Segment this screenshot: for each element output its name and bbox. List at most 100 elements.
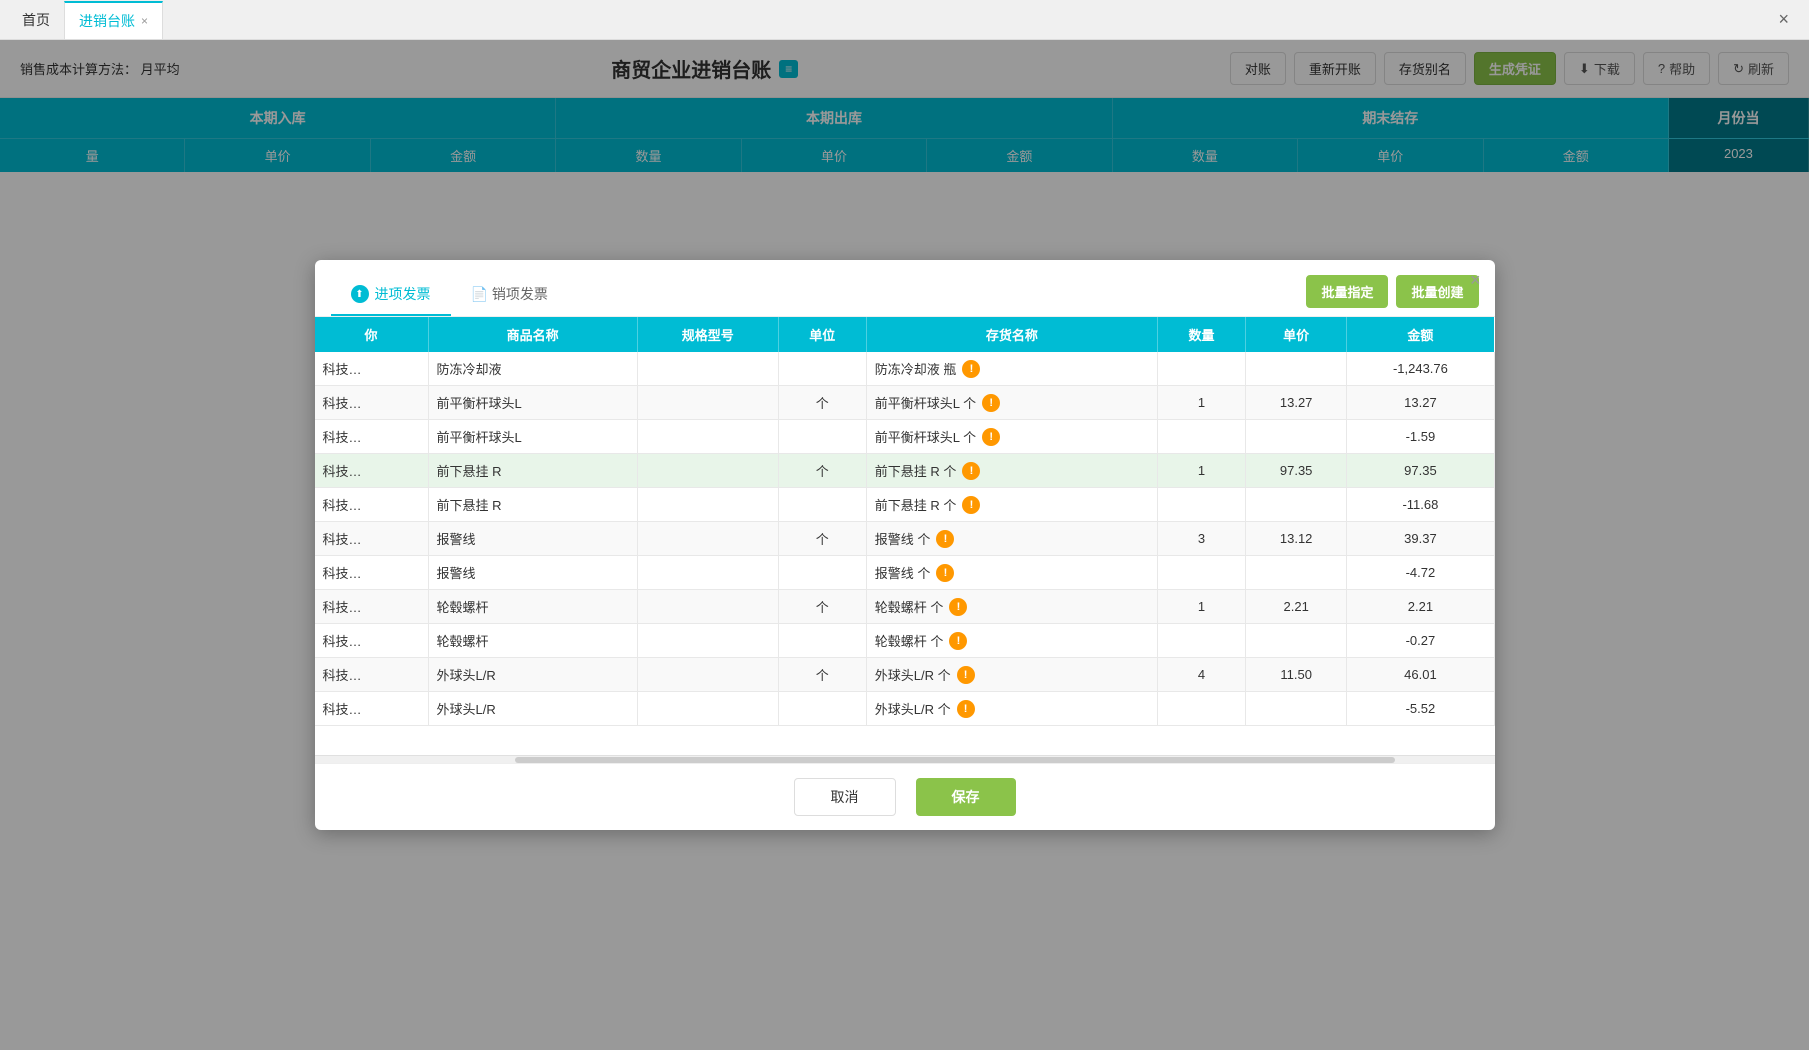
cell-stock: 外球头L/R 个 ! (866, 658, 1157, 692)
cell-unit-price (1245, 556, 1346, 590)
cell-company: 科技… (315, 624, 429, 658)
cell-quantity: 3 (1158, 522, 1246, 556)
cell-product: 前平衡杆球头L (428, 386, 637, 420)
table-row: 科技… 前下悬挂 R 个 前下悬挂 R 个 ! 1 97.35 97.35 (315, 454, 1495, 488)
tab-input-invoice[interactable]: ⬆ 进项发票 (331, 274, 451, 316)
warning-icon: ! (957, 700, 975, 718)
cell-quantity (1158, 420, 1246, 454)
cell-amount: 2.21 (1347, 590, 1494, 624)
cell-stock: 前下悬挂 R 个 ! (866, 454, 1157, 488)
cell-amount: 46.01 (1347, 658, 1494, 692)
save-button[interactable]: 保存 (916, 778, 1016, 816)
cell-stock: 轮毂螺杆 个 ! (866, 624, 1157, 658)
cell-stock: 报警线 个 ! (866, 556, 1157, 590)
main-area: 销售成本计算方法： 月平均 商贸企业进销台账 ≡ 对账 重新开账 存货别名 生成… (0, 40, 1809, 1050)
cell-spec (637, 658, 778, 692)
cell-spec (637, 454, 778, 488)
cell-unit: 个 (778, 386, 866, 420)
cell-stock: 外球头L/R 个 ! (866, 692, 1157, 726)
stock-name-text: 防冻冷却液 瓶 (875, 359, 957, 378)
batch-create-button[interactable]: 批量创建 (1396, 275, 1478, 308)
table-row: 科技… 轮毂螺杆 轮毂螺杆 个 ! -0.27 (315, 624, 1495, 658)
cell-unit (778, 488, 866, 522)
cell-product: 轮毂螺杆 (428, 590, 637, 624)
cell-product: 前下悬挂 R (428, 454, 637, 488)
cell-unit-price (1245, 692, 1346, 726)
cell-spec (637, 420, 778, 454)
cell-stock: 前平衡杆球头L 个 ! (866, 386, 1157, 420)
cell-unit: 个 (778, 522, 866, 556)
tab-ledger[interactable]: 进销台账 × (64, 1, 163, 39)
cell-amount: -1.59 (1347, 420, 1494, 454)
table-row: 科技… 前平衡杆球头L 前平衡杆球头L 个 ! -1.59 (315, 420, 1495, 454)
cell-stock: 报警线 个 ! (866, 522, 1157, 556)
cell-spec (637, 624, 778, 658)
cell-company: 科技… (315, 386, 429, 420)
dialog: ⬆ 进项发票 📄 销项发票 批量指定 批量创建 × 你 (315, 260, 1495, 830)
cell-unit (778, 420, 866, 454)
cell-company: 科技… (315, 522, 429, 556)
tab-output-invoice[interactable]: 📄 销项发票 (451, 274, 568, 316)
window-close-button[interactable]: × (1766, 9, 1801, 30)
cell-spec (637, 386, 778, 420)
cell-amount: -11.68 (1347, 488, 1494, 522)
warning-icon: ! (949, 598, 967, 616)
table-row: 科技… 前下悬挂 R 前下悬挂 R 个 ! -11.68 (315, 488, 1495, 522)
stock-name-text: 前平衡杆球头L 个 (875, 427, 976, 446)
cell-stock: 前平衡杆球头L 个 ! (866, 420, 1157, 454)
cell-unit-price: 11.50 (1245, 658, 1346, 692)
tab-home[interactable]: 首页 (8, 2, 64, 38)
horizontal-scrollbar[interactable] (315, 755, 1495, 763)
cell-unit-price (1245, 624, 1346, 658)
cell-company: 科技… (315, 590, 429, 624)
cell-product: 外球头L/R (428, 658, 637, 692)
cell-quantity (1158, 692, 1246, 726)
dialog-footer: 取消 保存 (315, 763, 1495, 830)
stock-name-text: 外球头L/R 个 (875, 665, 951, 684)
cell-company: 科技… (315, 420, 429, 454)
cell-product: 前平衡杆球头L (428, 420, 637, 454)
stock-name-text: 报警线 个 (875, 563, 931, 582)
cell-unit-price (1245, 488, 1346, 522)
table-row: 科技… 外球头L/R 个 外球头L/R 个 ! 4 11.50 46.01 (315, 658, 1495, 692)
dialog-action-buttons: 批量指定 批量创建 (1306, 275, 1478, 316)
stock-name-text: 报警线 个 (875, 529, 931, 548)
dialog-header: ⬆ 进项发票 📄 销项发票 批量指定 批量创建 × (315, 260, 1495, 317)
cell-unit (778, 352, 866, 386)
cell-amount: -1,243.76 (1347, 352, 1494, 386)
warning-icon: ! (982, 394, 1000, 412)
cell-unit (778, 624, 866, 658)
col-header-qty: 数量 (1158, 317, 1246, 352)
cell-quantity: 1 (1158, 386, 1246, 420)
cell-quantity (1158, 352, 1246, 386)
col-header-price: 单价 (1245, 317, 1346, 352)
tab-close-icon[interactable]: × (141, 14, 148, 28)
cell-amount: -0.27 (1347, 624, 1494, 658)
cell-product: 外球头L/R (428, 692, 637, 726)
cell-unit-price: 2.21 (1245, 590, 1346, 624)
cell-company: 科技… (315, 556, 429, 590)
dialog-overlay: ⬆ 进项发票 📄 销项发票 批量指定 批量创建 × 你 (0, 40, 1809, 1050)
cell-spec (637, 692, 778, 726)
cell-unit-price: 97.35 (1245, 454, 1346, 488)
output-invoice-icon: 📄 (471, 286, 488, 302)
cell-quantity (1158, 488, 1246, 522)
table-row: 科技… 报警线 报警线 个 ! -4.72 (315, 556, 1495, 590)
dialog-close-button[interactable]: × (1470, 270, 1481, 291)
table-row: 科技… 前平衡杆球头L 个 前平衡杆球头L 个 ! 1 13.27 13.27 (315, 386, 1495, 420)
invoice-table: 你 商品名称 规格型号 单位 存货名称 数量 单价 金额 科技… 防冻冷却液 (315, 317, 1495, 726)
cell-product: 防冻冷却液 (428, 352, 637, 386)
stock-name-text: 轮毂螺杆 个 (875, 631, 944, 650)
batch-assign-button[interactable]: 批量指定 (1306, 275, 1388, 308)
warning-icon: ! (962, 496, 980, 514)
cell-quantity: 1 (1158, 454, 1246, 488)
warning-icon: ! (936, 564, 954, 582)
table-row: 科技… 报警线 个 报警线 个 ! 3 13.12 39.37 (315, 522, 1495, 556)
warning-icon: ! (982, 428, 1000, 446)
table-header-row: 你 商品名称 规格型号 单位 存货名称 数量 单价 金额 (315, 317, 1495, 352)
cell-product: 报警线 (428, 522, 637, 556)
col-header-amount: 金额 (1347, 317, 1494, 352)
cell-unit-price (1245, 420, 1346, 454)
cancel-button[interactable]: 取消 (794, 778, 896, 816)
dialog-table-container[interactable]: 你 商品名称 规格型号 单位 存货名称 数量 单价 金额 科技… 防冻冷却液 (315, 317, 1495, 755)
